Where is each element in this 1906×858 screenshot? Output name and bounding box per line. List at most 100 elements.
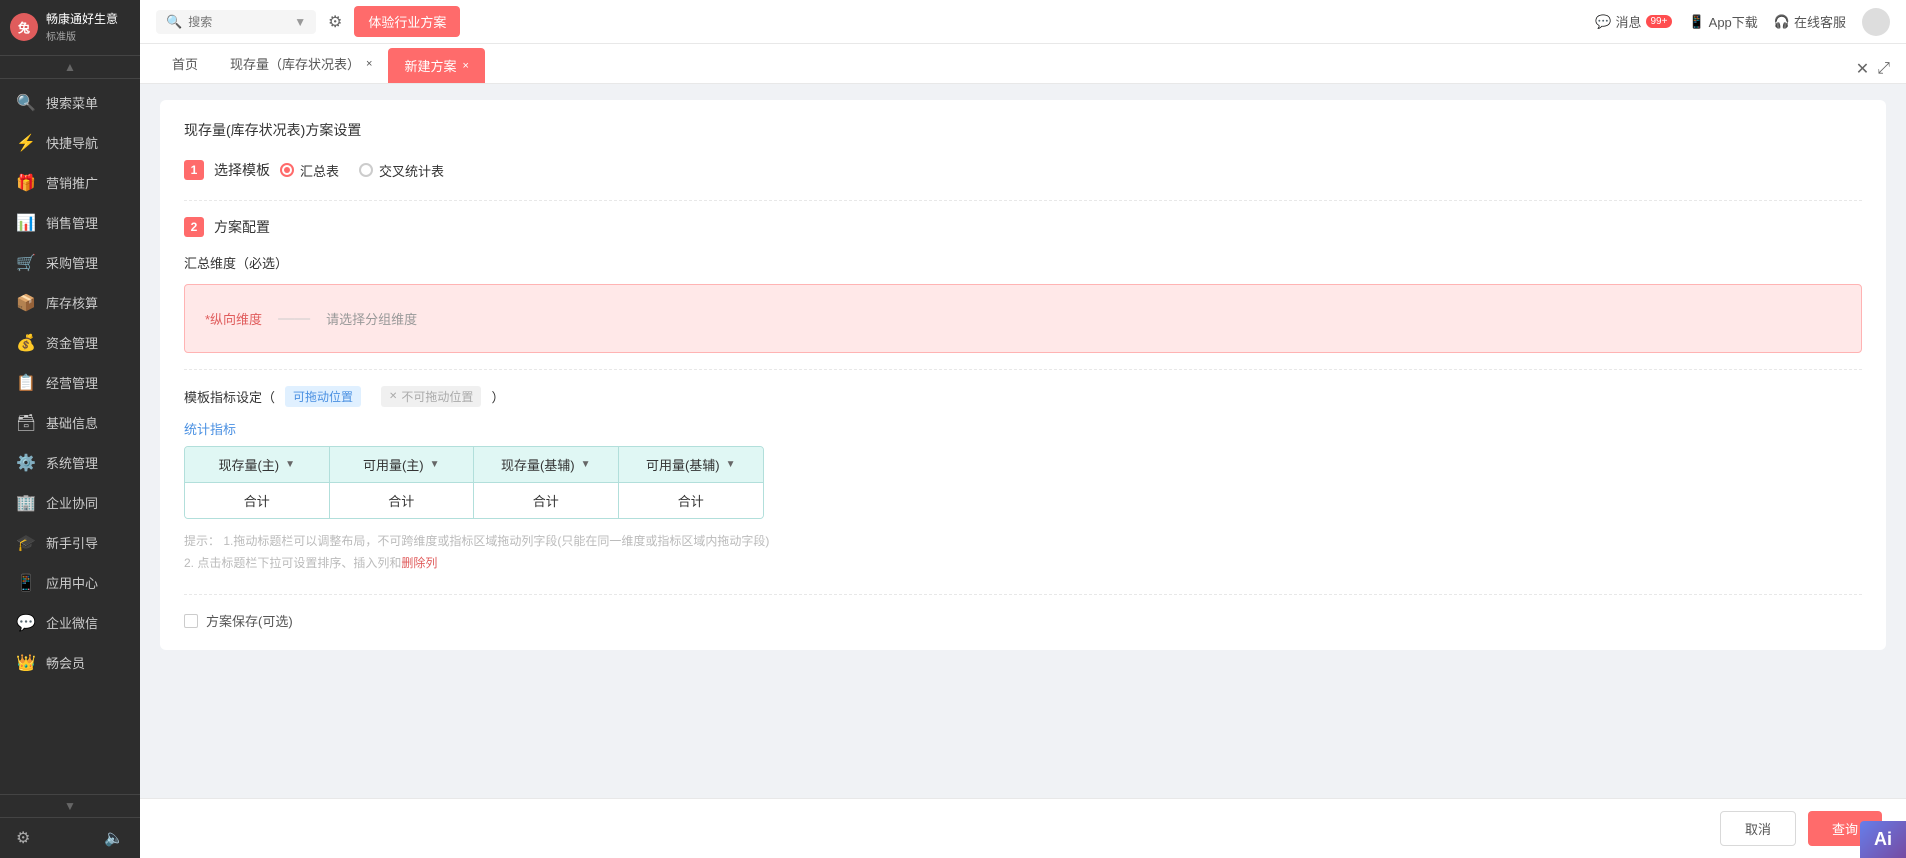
search-input[interactable] [188, 15, 288, 29]
scroll-down-arrow[interactable]: ▼ [64, 799, 76, 813]
stats-col-chevron[interactable]: ▼ [285, 459, 295, 470]
sidebar-item-enterprise[interactable]: 🏢企业协同 [0, 483, 140, 523]
save-plan-label: 方案保存(可选) [206, 611, 293, 630]
stats-col-header: 现存量(基辅) ▼ [474, 447, 619, 482]
topbar-settings-icon[interactable]: ⚙ [328, 12, 342, 32]
toggleable-badge: 可拖动位置 [285, 386, 361, 407]
step2-badge: 2 [184, 217, 204, 237]
sidebar-item-basic-info[interactable]: 🗃 基础信息 [0, 403, 140, 443]
sidebar-icon-basic-info: 🗃 [16, 413, 36, 433]
logo-text: 畅康通好生意 [46, 12, 118, 28]
sidebar-item-system[interactable]: ⚙️系统管理 [0, 443, 140, 483]
sidebar-label-wechat: 企业微信 [46, 613, 98, 632]
tab-new-plan[interactable]: 新建方案 × [388, 48, 484, 83]
radio-summary[interactable]: 汇总表 [280, 161, 339, 180]
stats-col-header-label: 可用量(基辅) [646, 455, 720, 474]
stats-table: 现存量(主)▼可用量(主)▼现存量(基辅)▼可用量(基辅)▼ 合计合计合计合计 [184, 446, 764, 519]
save-plan-checkbox[interactable] [184, 614, 198, 628]
tab-inventory-status[interactable]: 现存量（库存状况表） × [214, 46, 388, 83]
no-toggle-x-icon: ✕ [389, 391, 397, 402]
app-download-label: App下载 [1709, 12, 1758, 31]
non-toggleable-label: 不可拖动位置 [401, 388, 473, 405]
dimension-placeholder: 请选择分组维度 [326, 309, 417, 328]
sidebar-label-member: 畅会员 [46, 653, 85, 672]
tab-close-action[interactable]: ✕ [1856, 59, 1869, 79]
audio-footer-icon[interactable]: 🔈 [104, 828, 124, 848]
sidebar-item-operations[interactable]: 📋经营管理 [0, 363, 140, 403]
sidebar-item-app-center[interactable]: 📱应用中心 [0, 563, 140, 603]
sidebar-label-system: 系统管理 [46, 453, 98, 472]
sidebar-item-finance[interactable]: 💰资金管理 [0, 323, 140, 363]
tab-home-label: 首页 [172, 54, 198, 73]
stats-col-chevron[interactable]: ▼ [430, 459, 440, 470]
sidebar-item-quick-nav[interactable]: ⚡快捷导航 [0, 123, 140, 163]
online-service-item[interactable]: 🎧 在线客服 [1774, 12, 1846, 31]
scroll-up-arrow[interactable]: ▲ [64, 60, 76, 74]
step1-label: 选择模板 [214, 160, 270, 180]
radio-cross-dot [359, 163, 373, 177]
sidebar-label-operations: 经营管理 [46, 373, 98, 392]
template-settings-label: 模板指标设定（ [184, 387, 275, 406]
search-dropdown-icon[interactable]: ▼ [294, 15, 306, 29]
app-download-item[interactable]: 📱 App下载 [1688, 12, 1757, 31]
sidebar: 兔 畅康通好生意 标准版 ▲ 🔍搜索菜单⚡快捷导航🎁营销推广📊销售管理🛒采购管理… [0, 0, 140, 858]
dimension-separator: —— [278, 310, 310, 328]
stats-col-chevron[interactable]: ▼ [581, 459, 591, 470]
stats-col-chevron[interactable]: ▼ [726, 459, 736, 470]
sidebar-icon-new-guide: 🎓 [16, 533, 36, 553]
stats-col-cell: 合计 [330, 483, 475, 518]
template-settings-suffix: ） [491, 387, 504, 406]
ai-badge[interactable]: Ai [1860, 821, 1906, 858]
radio-summary-label: 汇总表 [300, 161, 339, 180]
non-toggleable-badge: ✕ 不可拖动位置 [381, 386, 481, 407]
search-icon: 🔍 [166, 14, 182, 30]
sidebar-icon-app-center: 📱 [16, 573, 36, 593]
message-icon: 💬 [1595, 14, 1611, 30]
panel-title: 现存量(库存状况表)方案设置 [184, 120, 1862, 140]
user-avatar[interactable] [1862, 8, 1890, 36]
step2-divider [184, 369, 1862, 370]
tab-home[interactable]: 首页 [156, 46, 214, 83]
dimension-area[interactable]: *纵向维度 —— 请选择分组维度 [184, 284, 1862, 353]
step2-header: 2 方案配置 [184, 217, 1862, 237]
stats-col-header-label: 现存量(主) [218, 455, 279, 474]
sidebar-label-quick-nav: 快捷导航 [46, 133, 98, 152]
tab-inventory-status-close[interactable]: × [366, 58, 372, 70]
experience-btn[interactable]: 体验行业方案 [354, 6, 460, 37]
sidebar-item-member[interactable]: 👑畅会员 [0, 643, 140, 683]
dimension-required-label: *纵向维度 [205, 309, 262, 328]
stats-col-header-label: 现存量(基辅) [501, 455, 575, 474]
sidebar-item-marketing[interactable]: 🎁 营销推广 [0, 163, 140, 203]
sidebar-label-purchase: 采购管理 [46, 253, 98, 272]
sidebar-footer: ⚙ 🔈 [0, 817, 140, 858]
tab-expand-action[interactable]: ⤢ [1877, 60, 1890, 78]
topbar: 🔍 ▼ ⚙ 体验行业方案 💬 消息 99+ 📱 App下载 🎧 在线客服 [140, 0, 1906, 44]
hint-line2: 2. 点击标题栏下拉可设置排序、插入列和删除列 [184, 553, 1862, 575]
sidebar-item-search-menu[interactable]: 🔍搜索菜单 [0, 83, 140, 123]
sidebar-item-sales[interactable]: 📊销售管理 [0, 203, 140, 243]
messages-item[interactable]: 💬 消息 99+ [1595, 12, 1672, 31]
step1-badge: 1 [184, 160, 204, 180]
sidebar-nav: 🔍搜索菜单⚡快捷导航 🎁 营销推广 📊销售管理 🛒 采购管理 📦库存核算💰资金管理📋经营管理… [0, 79, 140, 794]
cancel-button[interactable]: 取消 [1720, 811, 1796, 846]
stats-table-header: 现存量(主)▼可用量(主)▼现存量(基辅)▼可用量(基辅)▼ [185, 447, 763, 482]
messages-badge: 99+ [1646, 15, 1673, 28]
sidebar-label-marketing: 营销推广 [46, 173, 98, 192]
logo-badge: 标准版 [46, 28, 118, 43]
sidebar-item-inventory[interactable]: 📦库存核算 [0, 283, 140, 323]
settings-footer-icon[interactable]: ⚙ [16, 828, 30, 848]
sidebar-icon-purchase: 🛒 [16, 253, 36, 273]
tab-new-plan-close[interactable]: × [462, 60, 468, 72]
page-content: 现存量(库存状况表)方案设置 1 选择模板 汇总表 交叉统计表 [140, 84, 1906, 798]
sidebar-item-new-guide[interactable]: 🎓新手引导 [0, 523, 140, 563]
sidebar-item-wechat[interactable]: 💬企业微信 [0, 603, 140, 643]
sidebar-item-purchase[interactable]: 🛒 采购管理 [0, 243, 140, 283]
sidebar-icon-marketing: 🎁 [16, 173, 36, 193]
online-service-label: 在线客服 [1794, 12, 1846, 31]
radio-cross[interactable]: 交叉统计表 [359, 161, 444, 180]
stats-title: 统计指标 [184, 419, 1862, 438]
sidebar-label-basic-info: 基础信息 [46, 413, 98, 432]
stats-col-header: 现存量(主) ▼ [185, 447, 330, 482]
tab-new-plan-label: 新建方案 [404, 56, 456, 75]
stats-col-cell: 合计 [185, 483, 330, 518]
